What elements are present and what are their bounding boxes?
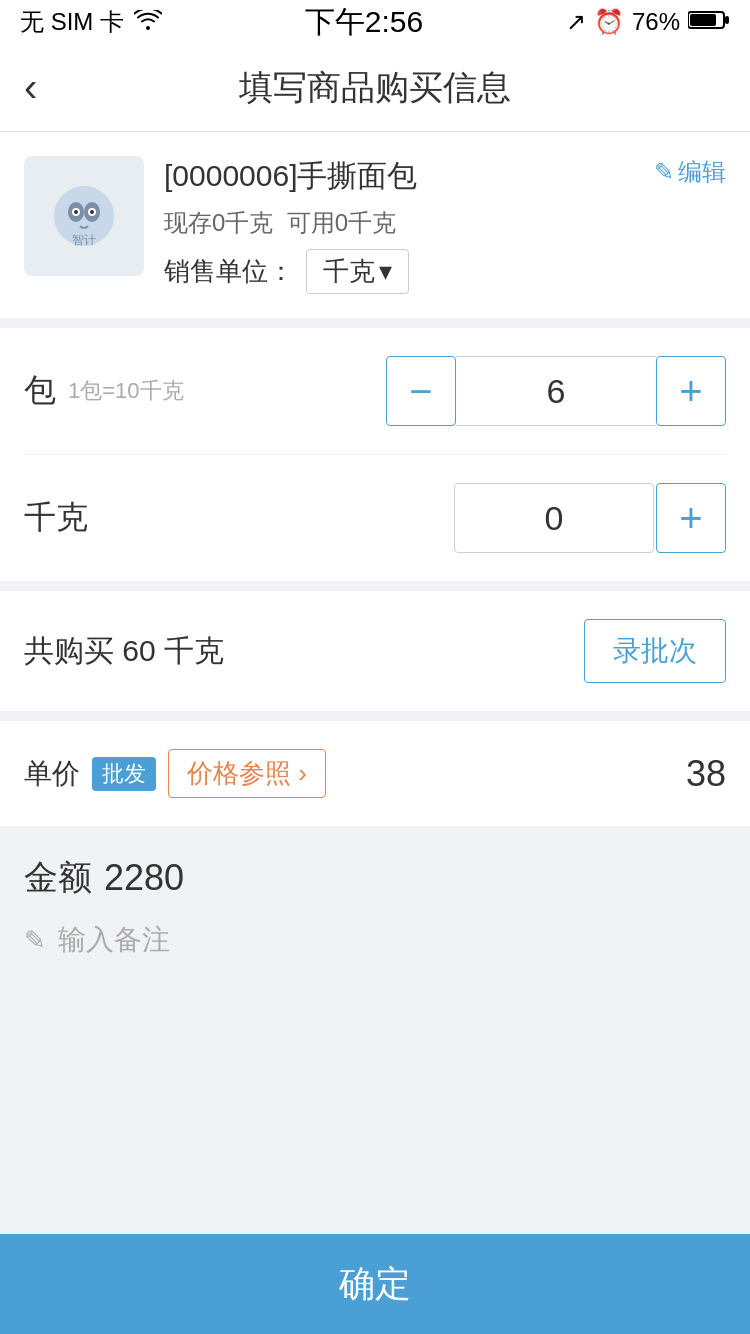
price-label: 单价 bbox=[24, 755, 80, 793]
svg-text:智计: 智计 bbox=[72, 233, 96, 247]
edit-icon: ✎ bbox=[654, 158, 674, 186]
product-section: 智计 [0000006]手撕面包 现存0千克 可用0千克 销售单位： 千克 ▾ … bbox=[0, 132, 750, 328]
location-icon: ↗ bbox=[566, 8, 586, 36]
amount-section: 金额 2280 ✎ 输入备注 bbox=[0, 827, 750, 987]
price-ref-button[interactable]: 价格参照 › bbox=[168, 749, 326, 798]
price-badge: 批发 bbox=[92, 757, 156, 791]
kg-label: 千克 bbox=[24, 496, 88, 540]
input-section: 包 1包=10千克 − + 千克 + bbox=[0, 328, 750, 591]
bao-decrement-button[interactable]: − bbox=[386, 356, 456, 426]
amount-value: 2280 bbox=[104, 857, 184, 899]
price-section: 单价 批发 价格参照 › 38 bbox=[0, 721, 750, 827]
confirm-button[interactable]: 确定 bbox=[339, 1260, 411, 1309]
bao-increment-button[interactable]: + bbox=[656, 356, 726, 426]
kg-input[interactable] bbox=[454, 483, 654, 553]
pencil-icon: ✎ bbox=[24, 925, 46, 956]
product-unit-row: 销售单位： 千克 ▾ bbox=[164, 249, 726, 294]
amount-row: 金额 2280 bbox=[24, 855, 726, 901]
total-section: 共购买 60 千克 录批次 bbox=[0, 591, 750, 721]
status-right: ↗ ⏰ 76% bbox=[566, 8, 730, 36]
price-label-row: 单价 批发 价格参照 › bbox=[24, 749, 326, 798]
bao-input[interactable] bbox=[456, 356, 656, 426]
unit-select[interactable]: 千克 ▾ bbox=[306, 249, 409, 294]
sim-text: 无 SIM 卡 bbox=[20, 6, 124, 38]
note-row[interactable]: ✎ 输入备注 bbox=[24, 921, 726, 987]
svg-point-9 bbox=[90, 210, 94, 214]
amount-label: 金额 bbox=[24, 855, 92, 901]
battery-icon bbox=[688, 8, 730, 36]
confirm-bar[interactable]: 确定 bbox=[0, 1234, 750, 1334]
status-left: 无 SIM 卡 bbox=[20, 6, 162, 38]
bao-hint: 1包=10千克 bbox=[68, 376, 184, 406]
battery-text: 76% bbox=[632, 8, 680, 36]
wifi-icon bbox=[134, 8, 162, 36]
kg-increment-button[interactable]: + bbox=[656, 483, 726, 553]
bao-controls: − + bbox=[386, 356, 726, 426]
product-name: [0000006]手撕面包 bbox=[164, 156, 726, 197]
bao-label: 包 1包=10千克 bbox=[24, 369, 184, 413]
product-thumbnail: 智计 bbox=[24, 156, 144, 276]
price-value: 38 bbox=[686, 753, 726, 795]
status-time: 下午2:56 bbox=[305, 2, 423, 43]
note-label: 输入备注 bbox=[58, 921, 170, 959]
batch-button[interactable]: 录批次 bbox=[584, 619, 726, 683]
chevron-down-icon: ▾ bbox=[379, 256, 392, 287]
bao-input-row: 包 1包=10千克 − + bbox=[24, 328, 726, 455]
kg-input-row: 千克 + bbox=[24, 455, 726, 581]
alarm-icon: ⏰ bbox=[594, 8, 624, 36]
nav-bar: ‹ 填写商品购买信息 bbox=[0, 44, 750, 132]
unit-label: 销售单位： bbox=[164, 254, 294, 289]
page-title: 填写商品购买信息 bbox=[239, 65, 511, 111]
total-label: 共购买 60 千克 bbox=[24, 631, 224, 672]
svg-rect-1 bbox=[725, 16, 729, 24]
svg-point-8 bbox=[74, 210, 78, 214]
product-info: [0000006]手撕面包 现存0千克 可用0千克 销售单位： 千克 ▾ bbox=[164, 156, 726, 294]
kg-controls: + bbox=[454, 483, 726, 553]
svg-rect-2 bbox=[690, 14, 716, 26]
product-stock: 现存0千克 可用0千克 bbox=[164, 207, 726, 239]
status-bar: 无 SIM 卡 下午2:56 ↗ ⏰ 76% bbox=[0, 0, 750, 44]
back-button[interactable]: ‹ bbox=[24, 65, 37, 110]
edit-button[interactable]: ✎ 编辑 bbox=[654, 156, 726, 188]
